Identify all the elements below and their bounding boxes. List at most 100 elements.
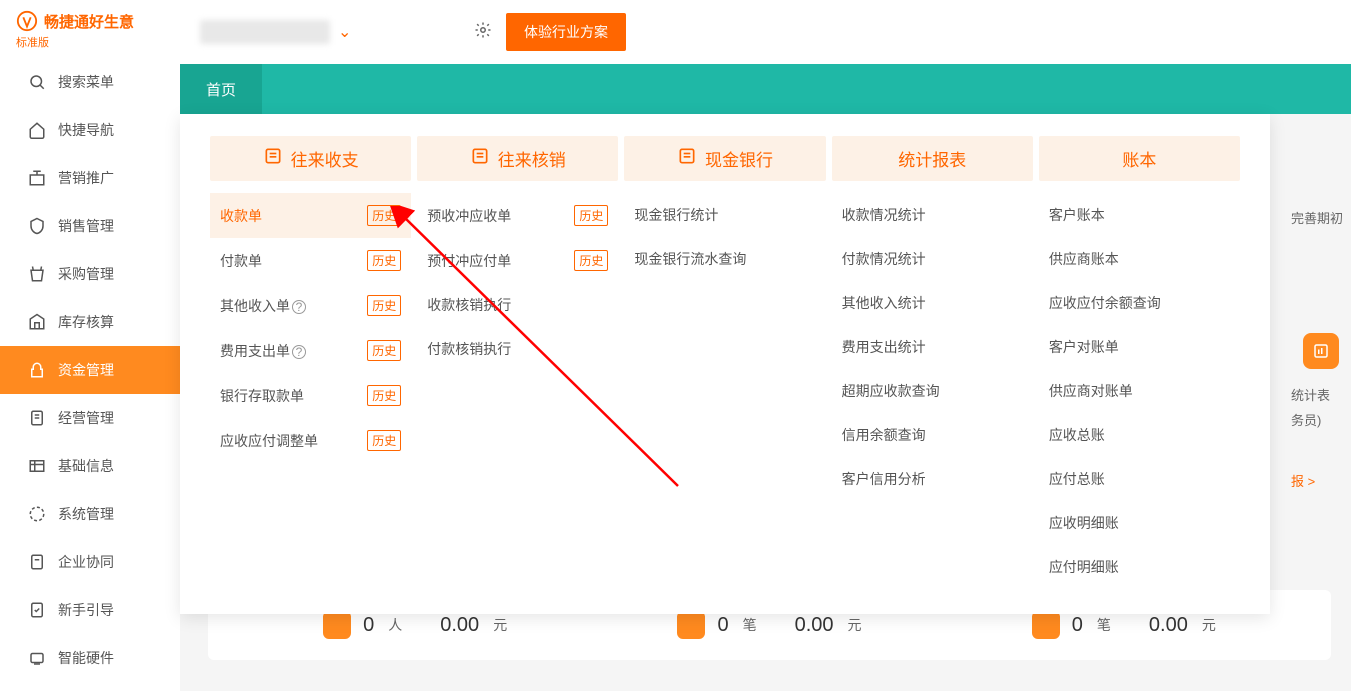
menu-item-label-3-1: 付款情况统计 bbox=[842, 249, 926, 269]
history-tag-0-0[interactable]: 历史 bbox=[367, 205, 401, 226]
nav-label-1: 快捷导航 bbox=[58, 120, 114, 140]
nav-icon-1 bbox=[28, 121, 46, 139]
menu-item-label-1-0: 预收冲应收单 bbox=[427, 206, 511, 226]
menu-item-2-0[interactable]: 现金银行统计 bbox=[624, 193, 825, 237]
right-hints: 完善期初 统计表 务员) 报 > bbox=[1291, 114, 1351, 496]
history-tag-0-3[interactable]: 历史 bbox=[367, 340, 401, 361]
sidebar-item-11[interactable]: 新手引导 bbox=[0, 586, 180, 634]
logo-area: 畅捷通好生意 标准版 bbox=[0, 0, 180, 58]
menu-item-0-4[interactable]: 银行存取款单历史 bbox=[210, 373, 411, 418]
sidebar-item-6[interactable]: 资金管理 bbox=[0, 346, 180, 394]
menu-item-0-5[interactable]: 应收应付调整单历史 bbox=[210, 418, 411, 463]
menu-col-header-0: 往来收支 bbox=[210, 136, 411, 181]
menu-item-4-3[interactable]: 客户对账单 bbox=[1039, 325, 1240, 369]
sidebar-item-0[interactable]: 搜索菜单 bbox=[0, 58, 180, 106]
history-tag-0-4[interactable]: 历史 bbox=[367, 385, 401, 406]
sidebar-item-10[interactable]: 企业协同 bbox=[0, 538, 180, 586]
nav-label-0: 搜索菜单 bbox=[58, 72, 114, 92]
menu-col-header-3: 统计报表 bbox=[832, 136, 1033, 181]
menu-item-4-0[interactable]: 客户账本 bbox=[1039, 193, 1240, 237]
menu-item-4-5[interactable]: 应收总账 bbox=[1039, 413, 1240, 457]
hint-line-2b: 务员) bbox=[1291, 404, 1351, 435]
menu-item-2-1[interactable]: 现金银行流水查询 bbox=[624, 237, 825, 281]
menu-item-label-1-1: 预付冲应付单 bbox=[427, 251, 511, 271]
history-tag-0-1[interactable]: 历史 bbox=[367, 250, 401, 271]
nav-label-11: 新手引导 bbox=[58, 600, 114, 620]
float-report-icon[interactable] bbox=[1303, 333, 1339, 369]
menu-item-label-3-0: 收款情况统计 bbox=[842, 205, 926, 225]
stat-3-unit2: 元 bbox=[1202, 615, 1216, 635]
app-subtitle: 标准版 bbox=[16, 34, 164, 50]
menu-item-0-1[interactable]: 付款单历史 bbox=[210, 238, 411, 283]
menu-item-4-6[interactable]: 应付总账 bbox=[1039, 457, 1240, 501]
menu-item-1-0[interactable]: 预收冲应收单 历史 bbox=[417, 193, 618, 238]
tab-strip: 首页 bbox=[180, 64, 1351, 114]
stat-2-unit1: 笔 bbox=[743, 615, 757, 635]
stat-3: 0笔 0.00元 bbox=[1032, 611, 1216, 639]
org-dropdown[interactable]: ⌄ bbox=[200, 20, 460, 44]
col-title-2: 现金银行 bbox=[705, 146, 773, 171]
stat-icon-2 bbox=[677, 611, 705, 639]
gear-icon[interactable] bbox=[474, 21, 492, 44]
nav-label-6: 资金管理 bbox=[58, 360, 114, 380]
history-tag-1-0[interactable]: 历史 bbox=[574, 205, 608, 226]
history-tag-0-2[interactable]: 历史 bbox=[367, 295, 401, 316]
history-tag-1-1[interactable]: 历史 bbox=[574, 250, 608, 271]
nav-icon-3 bbox=[28, 217, 46, 235]
menu-col-1: 往来核销预收冲应收单历史预付冲应付单历史收款核销执行付款核销执行 bbox=[417, 136, 618, 592]
menu-item-0-2[interactable]: 其他收入单?历史 bbox=[210, 283, 411, 328]
menu-item-4-1[interactable]: 供应商账本 bbox=[1039, 237, 1240, 281]
sidebar-item-3[interactable]: 销售管理 bbox=[0, 202, 180, 250]
sidebar-item-2[interactable]: 营销推广 bbox=[0, 154, 180, 202]
nav-icon-8 bbox=[28, 457, 46, 475]
nav-icon-0 bbox=[28, 73, 46, 91]
menu-item-3-2[interactable]: 其他收入统计 bbox=[832, 281, 1033, 325]
menu-item-4-8[interactable]: 应付明细账 bbox=[1039, 545, 1240, 589]
help-icon[interactable]: ? bbox=[292, 345, 306, 359]
hint-line-1: 完善期初 bbox=[1291, 202, 1351, 233]
menu-item-1-3[interactable]: 付款核销执行 bbox=[417, 327, 618, 371]
menu-item-4-4[interactable]: 供应商对账单 bbox=[1039, 369, 1240, 413]
menu-item-3-5[interactable]: 信用余额查询 bbox=[832, 413, 1033, 457]
menu-col-0: 往来收支收款单历史付款单历史其他收入单?历史费用支出单?历史银行存取款单历史应收… bbox=[210, 136, 411, 592]
menu-item-label-4-2: 应收应付余额查询 bbox=[1049, 293, 1161, 313]
menu-col-4: 账本客户账本供应商账本应收应付余额查询客户对账单供应商对账单应收总账应付总账应收… bbox=[1039, 136, 1240, 592]
org-name-blurred bbox=[200, 20, 330, 44]
sidebar-item-5[interactable]: 库存核算 bbox=[0, 298, 180, 346]
menu-item-1-1[interactable]: 预付冲应付单 历史 bbox=[417, 238, 618, 283]
menu-item-label-2-0: 现金银行统计 bbox=[634, 205, 718, 225]
sidebar-item-1[interactable]: 快捷导航 bbox=[0, 106, 180, 154]
menu-item-3-1[interactable]: 付款情况统计 bbox=[832, 237, 1033, 281]
sidebar-item-4[interactable]: 采购管理 bbox=[0, 250, 180, 298]
nav-icon-9 bbox=[28, 505, 46, 523]
nav-icon-11 bbox=[28, 601, 46, 619]
menu-item-3-4[interactable]: 超期应收款查询 bbox=[832, 369, 1033, 413]
sidebar-item-8[interactable]: 基础信息 bbox=[0, 442, 180, 490]
history-tag-0-5[interactable]: 历史 bbox=[367, 430, 401, 451]
menu-item-1-2[interactable]: 收款核销执行 bbox=[417, 283, 618, 327]
nav-label-4: 采购管理 bbox=[58, 264, 114, 284]
menu-item-label-4-8: 应付明细账 bbox=[1049, 557, 1119, 577]
menu-item-0-3[interactable]: 费用支出单?历史 bbox=[210, 328, 411, 373]
sidebar-item-7[interactable]: 经营管理 bbox=[0, 394, 180, 442]
menu-item-3-0[interactable]: 收款情况统计 bbox=[832, 193, 1033, 237]
menu-item-4-7[interactable]: 应收明细账 bbox=[1039, 501, 1240, 545]
menu-item-label-3-4: 超期应收款查询 bbox=[842, 381, 940, 401]
menu-item-label-3-5: 信用余额查询 bbox=[842, 425, 926, 445]
menu-col-header-4: 账本 bbox=[1039, 136, 1240, 181]
experience-button[interactable]: 体验行业方案 bbox=[506, 13, 626, 51]
nav-label-3: 销售管理 bbox=[58, 216, 114, 236]
nav-label-12: 智能硬件 bbox=[58, 648, 114, 668]
stat-1-unit1: 人 bbox=[388, 615, 402, 635]
sidebar-item-9[interactable]: 系统管理 bbox=[0, 490, 180, 538]
help-icon[interactable]: ? bbox=[292, 300, 306, 314]
menu-item-3-3[interactable]: 费用支出统计 bbox=[832, 325, 1033, 369]
nav-label-8: 基础信息 bbox=[58, 456, 114, 476]
menu-item-4-2[interactable]: 应收应付余额查询 bbox=[1039, 281, 1240, 325]
tab-home[interactable]: 首页 bbox=[180, 64, 262, 114]
stat-2-amount: 0.00 bbox=[795, 614, 834, 637]
menu-item-3-6[interactable]: 客户信用分析 bbox=[832, 457, 1033, 501]
hint-line-3[interactable]: 报 > bbox=[1291, 465, 1351, 496]
menu-item-0-0[interactable]: 收款单历史 bbox=[210, 193, 411, 238]
sidebar-item-12[interactable]: 智能硬件 bbox=[0, 634, 180, 682]
